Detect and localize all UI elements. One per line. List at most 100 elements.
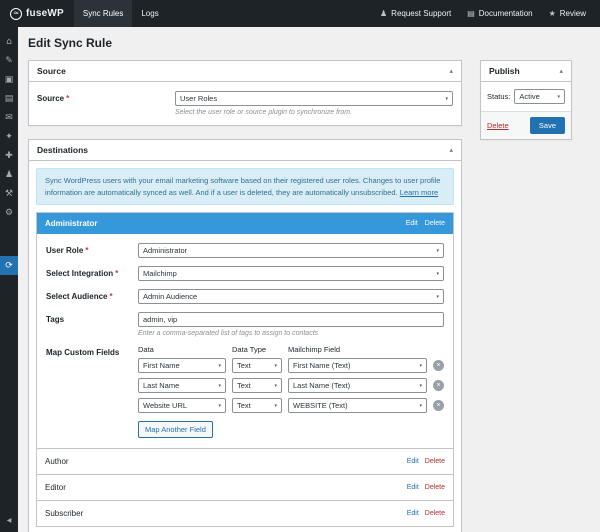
map-data-value: Website URL — [143, 401, 188, 411]
source-description: Select the user role or source plugin to… — [175, 109, 353, 116]
audience-select[interactable]: Admin Audience ▾ — [138, 289, 444, 305]
learn-more-link[interactable]: Learn more — [400, 188, 438, 197]
map-type-select[interactable]: Text ▾ — [232, 358, 282, 374]
delete-link[interactable]: Delete — [425, 484, 445, 491]
destination-author[interactable]: Author Edit Delete — [37, 448, 453, 475]
destination-subscriber[interactable]: Subscriber Edit Delete — [37, 500, 453, 527]
tags-input[interactable]: admin, vip — [138, 312, 444, 328]
edit-link[interactable]: Edit — [407, 484, 419, 491]
user-role-select[interactable]: Administrator ▾ — [138, 243, 444, 259]
map-custom-fields-row: Map Custom Fields Data Data Type Mailchi… — [46, 345, 444, 439]
destination-title: Author — [45, 457, 69, 467]
remove-field-button[interactable]: × — [433, 380, 444, 392]
map-fields-label: Map Custom Fields — [46, 348, 120, 358]
collapse-toggle-icon[interactable]: ▴ — [449, 67, 453, 75]
publish-panel-body: Status: Active ▾ — [481, 82, 571, 111]
fusewp-logo-icon: ≈ — [10, 7, 22, 20]
map-mailchimp-select[interactable]: First Name (Text) ▾ — [288, 358, 427, 374]
source-field: User Roles ▾ Select the user role or sou… — [175, 91, 453, 116]
delete-link[interactable]: Delete — [425, 458, 445, 465]
source-select[interactable]: User Roles ▾ — [175, 91, 453, 106]
map-data-value: Last Name — [143, 381, 180, 391]
source-row: Source * User Roles ▾ Select the user rol… — [37, 91, 453, 116]
sidebar-item-pages[interactable]: ▤ — [0, 89, 18, 108]
fusewp-brand[interactable]: ≈ fuseWP — [0, 0, 74, 27]
destination-administrator-header[interactable]: Administrator Edit Delete — [37, 213, 453, 235]
review-link[interactable]: ★ Review — [549, 9, 586, 18]
destination-actions: Edit Delete — [407, 484, 445, 491]
integration-row: Select Integration * Mailchimp ▾ — [46, 266, 444, 282]
request-support-link[interactable]: ♟ Request Support — [380, 9, 451, 18]
delete-link[interactable]: Delete — [425, 220, 445, 227]
tags-row: Tags admin, vip Enter a comma-separated … — [46, 312, 444, 337]
sidebar-item-users[interactable]: ♟ — [0, 165, 18, 184]
chevron-down-icon: ▾ — [274, 362, 277, 369]
tab-logs[interactable]: Logs — [132, 0, 167, 27]
map-data-select[interactable]: First Name ▾ — [138, 358, 226, 374]
sidebar-item-dashboard[interactable]: ⌂ — [0, 32, 18, 51]
sidebar-item-fusewp[interactable]: ⟳ — [0, 256, 18, 275]
integration-select[interactable]: Mailchimp ▾ — [138, 266, 444, 282]
collapse-toggle-icon[interactable]: ▴ — [449, 146, 453, 154]
sidebar-item-tools[interactable]: ⚒ — [0, 184, 18, 203]
destinations-panel: Destinations ▴ Sync WordPress users with… — [28, 139, 462, 532]
sidebar-item-appearance[interactable]: ✦ — [0, 127, 18, 146]
admin-bar-right: ♟ Request Support ▤ Documentation ★ Revi… — [380, 0, 600, 27]
destination-editor[interactable]: Editor Edit Delete — [37, 474, 453, 501]
page-title: Edit Sync Rule — [28, 36, 113, 50]
wp-admin-menu: ⌂ ✎ ▣ ▤ ✉ ✦ ✚ ♟ ⚒ ⚙ ⟳ ◀ — [0, 27, 18, 532]
tab-sync-rules[interactable]: Sync Rules — [73, 0, 133, 27]
save-button[interactable]: Save — [529, 117, 565, 134]
map-type-select[interactable]: Text ▾ — [232, 398, 282, 414]
collapse-menu-icon[interactable]: ◀ — [0, 514, 18, 527]
required-mark: * — [115, 269, 119, 279]
map-mailchimp-select[interactable]: Last Name (Text) ▾ — [288, 378, 427, 394]
sidebar-item-settings[interactable]: ⚙ — [0, 203, 18, 222]
chevron-down-icon: ▾ — [218, 402, 221, 409]
map-data-select[interactable]: Website URL ▾ — [138, 398, 226, 414]
destination-administrator-body: User Role * Administrator ▾ Select Integ… — [37, 234, 453, 449]
collapse-toggle-icon[interactable]: ▴ — [559, 67, 563, 75]
map-mailchimp-value: Last Name (Text) — [293, 381, 351, 391]
destination-actions: Edit Delete — [407, 458, 445, 465]
map-mailchimp-select[interactable]: WEBSITE (Text) ▾ — [288, 398, 427, 414]
notice-text: Sync WordPress users with your email mar… — [45, 176, 441, 197]
map-fields-header: Data Data Type Mailchimp Field — [138, 345, 444, 354]
admin-content: Edit Sync Rule Source ▴ Source * User Ro… — [18, 27, 600, 532]
destination-actions: Edit Delete — [407, 510, 445, 517]
user-role-row: User Role * Administrator ▾ — [46, 243, 444, 259]
remove-field-button[interactable]: × — [433, 360, 444, 372]
sidebar-item-media[interactable]: ▣ — [0, 70, 18, 89]
status-select[interactable]: Active ▾ — [514, 89, 565, 104]
sidebar-item-comments[interactable]: ✉ — [0, 108, 18, 127]
documentation-link[interactable]: ▤ Documentation — [467, 9, 532, 18]
chevron-down-icon: ▾ — [436, 270, 439, 277]
remove-field-button[interactable]: × — [433, 400, 444, 412]
person-icon: ♟ — [380, 9, 388, 18]
sidebar-item-plugins[interactable]: ✚ — [0, 146, 18, 165]
map-type-select[interactable]: Text ▾ — [232, 378, 282, 394]
documentation-label: Documentation — [478, 9, 533, 18]
chevron-down-icon: ▾ — [218, 362, 221, 369]
map-field-row: Website URL ▾ Text ▾ WEBSITE (Text) ▾ × — [138, 398, 444, 414]
edit-link[interactable]: Edit — [407, 458, 419, 465]
destinations-panel-title: Destinations — [37, 145, 89, 155]
map-data-select[interactable]: Last Name ▾ — [138, 378, 226, 394]
chevron-down-icon: ▾ — [419, 402, 422, 409]
tags-label: Tags — [46, 315, 65, 325]
publish-panel-header: Publish ▴ — [481, 61, 571, 82]
sidebar-item-posts[interactable]: ✎ — [0, 51, 18, 70]
destination-header-actions: Edit Delete — [406, 220, 445, 227]
document-icon: ▤ — [467, 9, 475, 18]
info-notice: Sync WordPress users with your email mar… — [36, 168, 454, 206]
map-fields-table: Data Data Type Mailchimp Field First Nam… — [138, 345, 444, 439]
source-panel-title: Source — [37, 66, 66, 76]
wp-admin-bar: ≈ fuseWP Sync Rules Logs ♟ Request Suppo… — [0, 0, 600, 27]
edit-link[interactable]: Edit — [407, 510, 419, 517]
chevron-down-icon: ▾ — [218, 382, 221, 389]
delete-rule-link[interactable]: Delete — [487, 121, 509, 130]
map-another-field-button[interactable]: Map Another Field — [138, 421, 213, 439]
delete-link[interactable]: Delete — [425, 510, 445, 517]
destinations-accordion: Administrator Edit Delete User Role * Ad… — [36, 212, 454, 528]
edit-link[interactable]: Edit — [406, 220, 418, 227]
